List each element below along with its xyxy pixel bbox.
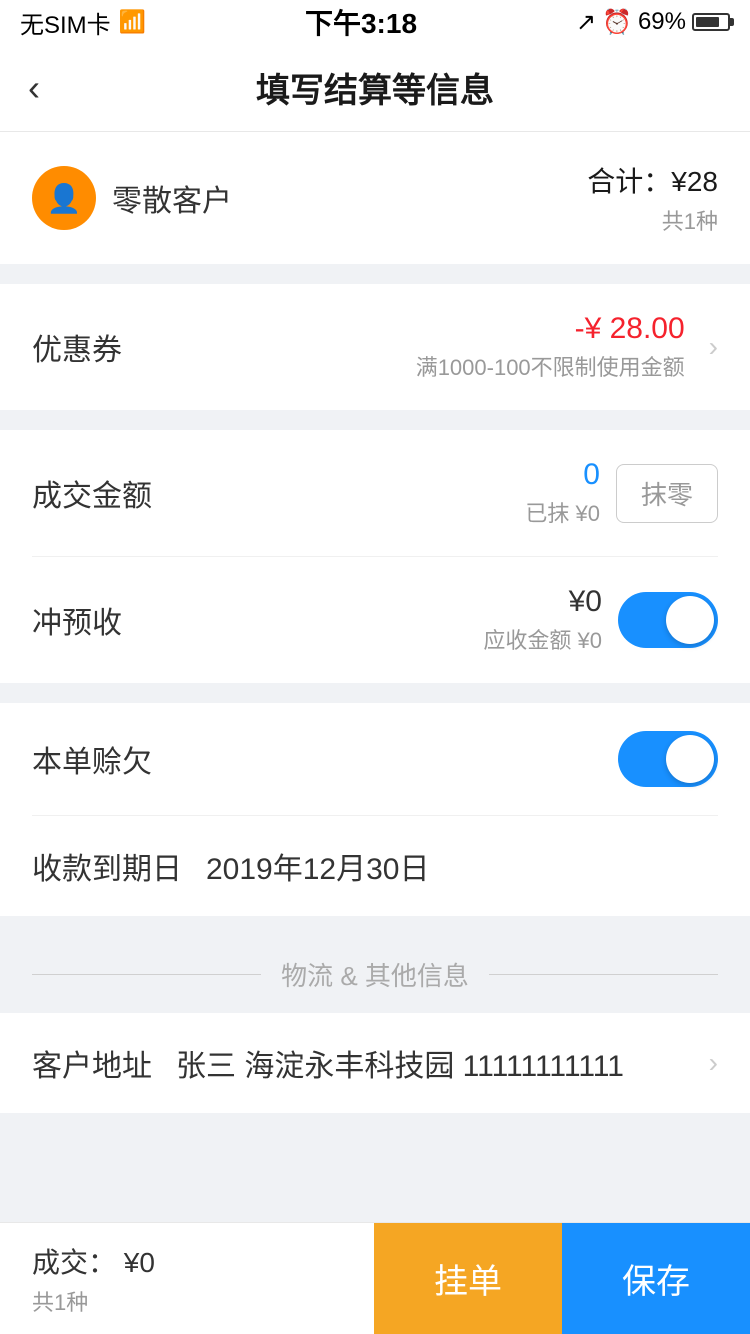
customer-name: 零散客户	[112, 176, 232, 220]
logistics-label: 物流 & 其他信息	[281, 956, 469, 993]
divider-5	[0, 1113, 750, 1133]
coupon-hint: 满1000-100不限制使用金额	[416, 350, 685, 382]
deal-section: 成交金额 0 已抹 ¥0 抹零 冲预收 ¥0 应收金额 ¥0	[0, 430, 750, 683]
round-zero-button[interactable]: 抹零	[616, 464, 718, 523]
coupon-label: 优惠券	[32, 325, 122, 369]
sim-indicator: 无SIM卡	[20, 5, 111, 40]
customer-left: 👤 零散客户	[32, 166, 232, 230]
divider-4	[0, 916, 750, 936]
bottom-summary: 成交： ¥0 共1种	[0, 1241, 374, 1317]
avatar-char: 👤	[47, 182, 82, 215]
content-area: 👤 零散客户 合计：¥28 共1种 优惠券 -¥ 28.00 满1000-100…	[0, 132, 750, 1253]
address-chevron-icon: ›	[709, 1047, 718, 1079]
hold-order-button[interactable]: 挂单	[374, 1223, 562, 1334]
bottom-summary-main: 成交： ¥0	[32, 1241, 342, 1281]
debt-section: 本单赊欠 收款到期日 2019年12月30日	[0, 703, 750, 916]
deal-row: 成交金额 0 已抹 ¥0 抹零	[0, 430, 750, 556]
prepay-amount: ¥0	[483, 585, 602, 619]
coupon-discount: -¥ 28.00	[416, 312, 685, 346]
customer-section: 👤 零散客户 合计：¥28 共1种	[0, 132, 750, 264]
header-line-left	[32, 974, 261, 975]
bottom-bar: 成交： ¥0 共1种 挂单 保存	[0, 1222, 750, 1334]
coupon-section[interactable]: 优惠券 -¥ 28.00 满1000-100不限制使用金额 ›	[0, 284, 750, 410]
status-bar: 无SIM卡 📶 下午3:18 ↗ ⏰ 69%	[0, 0, 750, 44]
divider-1	[0, 264, 750, 284]
location-icon: ↗	[576, 8, 596, 37]
deal-right: 0 已抹 ¥0 抹零	[525, 458, 718, 528]
total-amount: 合计：¥28	[587, 160, 718, 200]
header-line-right	[489, 974, 718, 975]
debt-toggle-knob	[666, 735, 714, 783]
battery-percent: 69%	[638, 8, 686, 36]
due-date-label: 收款到期日	[32, 844, 182, 888]
deal-hint: 已抹 ¥0	[525, 496, 600, 528]
prepay-right: ¥0 应收金额 ¥0	[483, 585, 718, 655]
coupon-row[interactable]: 优惠券 -¥ 28.00 满1000-100不限制使用金额 ›	[0, 284, 750, 410]
avatar: 👤	[32, 166, 96, 230]
prepay-hint: 应收金额 ¥0	[483, 623, 602, 655]
deal-amount: 0	[525, 458, 600, 492]
customer-right: 合计：¥28 共1种	[587, 160, 718, 236]
wifi-icon: 📶	[119, 9, 146, 35]
battery-icon	[692, 13, 730, 31]
status-time: 下午3:18	[305, 2, 417, 42]
address-section[interactable]: 客户地址 张三 海淀永丰科技园 11111111111 ›	[0, 1013, 750, 1113]
status-left: 无SIM卡 📶	[20, 5, 146, 40]
back-button[interactable]: ‹	[28, 67, 40, 109]
debt-label: 本单赊欠	[32, 737, 152, 781]
total-count: 共1种	[587, 204, 718, 236]
coupon-right: -¥ 28.00 满1000-100不限制使用金额 ›	[416, 312, 718, 382]
page-title: 填写结算等信息	[256, 63, 494, 112]
divider-2	[0, 410, 750, 430]
divider-3	[0, 683, 750, 703]
deal-value-block: 0 已抹 ¥0	[525, 458, 600, 528]
toggle-knob	[666, 596, 714, 644]
prepay-row: 冲预收 ¥0 应收金额 ¥0	[0, 557, 750, 683]
alarm-icon: ⏰	[602, 8, 632, 37]
address-row[interactable]: 客户地址 张三 海淀永丰科技园 11111111111 ›	[0, 1013, 750, 1113]
status-right: ↗ ⏰ 69%	[576, 8, 730, 37]
prepay-label: 冲预收	[32, 598, 122, 642]
due-date-value: 2019年12月30日	[206, 844, 429, 888]
debt-row: 本单赊欠	[0, 703, 750, 815]
deal-label: 成交金额	[32, 471, 152, 515]
prepay-toggle[interactable]	[618, 592, 718, 648]
customer-row: 👤 零散客户 合计：¥28 共1种	[0, 132, 750, 264]
due-date-row: 收款到期日 2019年12月30日	[0, 816, 750, 916]
save-button[interactable]: 保存	[562, 1223, 750, 1334]
debt-toggle[interactable]	[618, 731, 718, 787]
address-label: 客户地址	[32, 1041, 152, 1085]
prepay-value-block: ¥0 应收金额 ¥0	[483, 585, 602, 655]
logistics-header: 物流 & 其他信息	[0, 936, 750, 1013]
coupon-chevron-icon: ›	[709, 331, 718, 363]
coupon-value-block: -¥ 28.00 满1000-100不限制使用金额	[416, 312, 685, 382]
address-value: 张三 海淀永丰科技园 11111111111	[176, 1041, 701, 1085]
bottom-summary-sub: 共1种	[32, 1285, 342, 1317]
debt-right	[618, 731, 718, 787]
nav-bar: ‹ 填写结算等信息	[0, 44, 750, 132]
